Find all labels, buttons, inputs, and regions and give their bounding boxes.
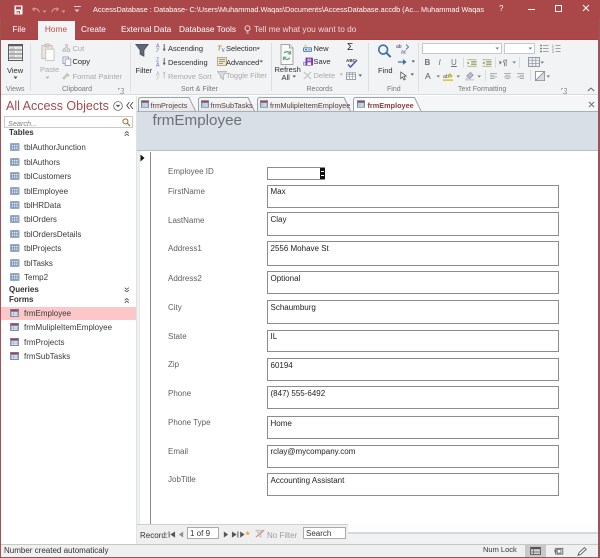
svg-text:y: y [222, 47, 225, 52]
svg-text:ac: ac [401, 50, 407, 54]
svg-text:A: A [156, 63, 160, 67]
svg-text:Z: Z [156, 76, 159, 80]
svg-text:3: 3 [552, 49, 554, 52]
svg-text:Z: Z [156, 48, 159, 52]
